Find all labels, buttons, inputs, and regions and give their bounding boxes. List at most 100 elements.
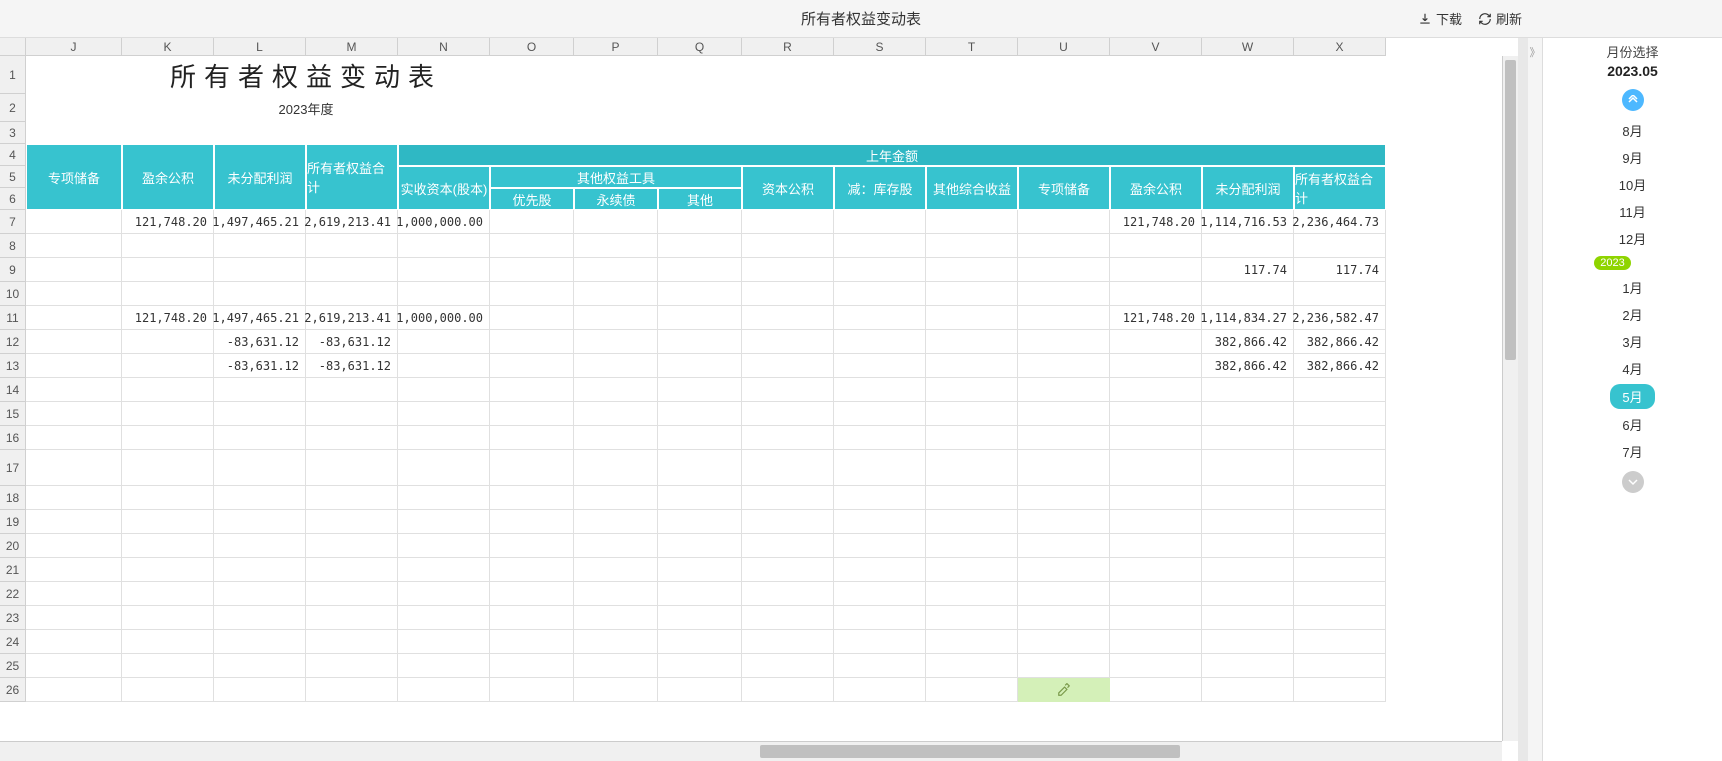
cell-J12[interactable] <box>26 330 122 354</box>
cell-L16[interactable] <box>214 426 306 450</box>
cell-Q21[interactable] <box>658 558 742 582</box>
cell-R8[interactable] <box>742 234 834 258</box>
cell-L26[interactable] <box>214 678 306 702</box>
cell-Q18[interactable] <box>658 486 742 510</box>
cell-V15[interactable] <box>1110 402 1202 426</box>
cell-V16[interactable] <box>1110 426 1202 450</box>
cell-S20[interactable] <box>834 534 926 558</box>
cell-U23[interactable] <box>1018 606 1110 630</box>
cell-W26[interactable] <box>1202 678 1294 702</box>
cell-W8[interactable] <box>1202 234 1294 258</box>
cell-J13[interactable] <box>26 354 122 378</box>
cell-S17[interactable] <box>834 450 926 486</box>
cell-X15[interactable] <box>1294 402 1386 426</box>
cell-K23[interactable] <box>122 606 214 630</box>
cell-M24[interactable] <box>306 630 398 654</box>
cell-V17[interactable] <box>1110 450 1202 486</box>
cell-W23[interactable] <box>1202 606 1294 630</box>
cell-V23[interactable] <box>1110 606 1202 630</box>
cell-K21[interactable] <box>122 558 214 582</box>
cell-K17[interactable] <box>122 450 214 486</box>
col-header-T[interactable]: T <box>926 38 1018 55</box>
cell-U19[interactable] <box>1018 510 1110 534</box>
cell-T11[interactable] <box>926 306 1018 330</box>
cell-L22[interactable] <box>214 582 306 606</box>
col-header-L[interactable]: L <box>214 38 306 55</box>
cell-W10[interactable] <box>1202 282 1294 306</box>
cell-J23[interactable] <box>26 606 122 630</box>
cell-N15[interactable] <box>398 402 490 426</box>
cell-W14[interactable] <box>1202 378 1294 402</box>
cell-W13[interactable]: 382,866.42 <box>1202 354 1294 378</box>
cell-V26[interactable] <box>1110 678 1202 702</box>
cell-L10[interactable] <box>214 282 306 306</box>
cell-U17[interactable] <box>1018 450 1110 486</box>
cell-U16[interactable] <box>1018 426 1110 450</box>
cell-V19[interactable] <box>1110 510 1202 534</box>
cell-S12[interactable] <box>834 330 926 354</box>
cell-L24[interactable] <box>214 630 306 654</box>
row-header-17[interactable]: 17 <box>0 450 25 486</box>
cell-Q10[interactable] <box>658 282 742 306</box>
cell-Q17[interactable] <box>658 450 742 486</box>
cell-L8[interactable] <box>214 234 306 258</box>
cell-N18[interactable] <box>398 486 490 510</box>
cell-S13[interactable] <box>834 354 926 378</box>
cell-N20[interactable] <box>398 534 490 558</box>
cell-L17[interactable] <box>214 450 306 486</box>
row-header-9[interactable]: 9 <box>0 258 25 282</box>
month-item-1月[interactable]: 1月 <box>1600 274 1664 301</box>
cell-U13[interactable] <box>1018 354 1110 378</box>
cell-P21[interactable] <box>574 558 658 582</box>
cell-U14[interactable] <box>1018 378 1110 402</box>
cell-Q24[interactable] <box>658 630 742 654</box>
cell-W19[interactable] <box>1202 510 1294 534</box>
cell-O8[interactable] <box>490 234 574 258</box>
cell-T24[interactable] <box>926 630 1018 654</box>
cell-Q13[interactable] <box>658 354 742 378</box>
cell-S26[interactable] <box>834 678 926 702</box>
cell-T19[interactable] <box>926 510 1018 534</box>
cell-V18[interactable] <box>1110 486 1202 510</box>
cell-N14[interactable] <box>398 378 490 402</box>
cell-L23[interactable] <box>214 606 306 630</box>
row-header-19[interactable]: 19 <box>0 510 25 534</box>
cell-O17[interactable] <box>490 450 574 486</box>
cell-O26[interactable] <box>490 678 574 702</box>
cell-N21[interactable] <box>398 558 490 582</box>
month-item-11月[interactable]: 11月 <box>1619 198 1646 225</box>
cell-P8[interactable] <box>574 234 658 258</box>
cell-L9[interactable] <box>214 258 306 282</box>
cell-L21[interactable] <box>214 558 306 582</box>
cell-S9[interactable] <box>834 258 926 282</box>
cell-P24[interactable] <box>574 630 658 654</box>
cell-Q23[interactable] <box>658 606 742 630</box>
vertical-scroll-thumb[interactable] <box>1505 60 1516 360</box>
cell-R22[interactable] <box>742 582 834 606</box>
cell-O13[interactable] <box>490 354 574 378</box>
cell-V13[interactable] <box>1110 354 1202 378</box>
cell-P11[interactable] <box>574 306 658 330</box>
cell-M10[interactable] <box>306 282 398 306</box>
cell-R14[interactable] <box>742 378 834 402</box>
cell-P20[interactable] <box>574 534 658 558</box>
cell-P7[interactable] <box>574 210 658 234</box>
cell-R23[interactable] <box>742 606 834 630</box>
cell-Q26[interactable] <box>658 678 742 702</box>
col-header-S[interactable]: S <box>834 38 926 55</box>
cell-Q15[interactable] <box>658 402 742 426</box>
cell-O21[interactable] <box>490 558 574 582</box>
cell-M14[interactable] <box>306 378 398 402</box>
row-header-25[interactable]: 25 <box>0 654 25 678</box>
cell-X7[interactable]: 2,236,464.73 <box>1294 210 1386 234</box>
month-item-9月[interactable]: 9月 <box>1619 144 1646 171</box>
cell-W11[interactable]: 1,114,834.27 <box>1202 306 1294 330</box>
scroll-up-button[interactable] <box>1622 89 1644 111</box>
row-header-6[interactable]: 6 <box>0 188 25 210</box>
horizontal-scroll-thumb[interactable] <box>760 745 1180 758</box>
row-header-12[interactable]: 12 <box>0 330 25 354</box>
cell-M16[interactable] <box>306 426 398 450</box>
cell-L14[interactable] <box>214 378 306 402</box>
cell-P18[interactable] <box>574 486 658 510</box>
row-header-20[interactable]: 20 <box>0 534 25 558</box>
